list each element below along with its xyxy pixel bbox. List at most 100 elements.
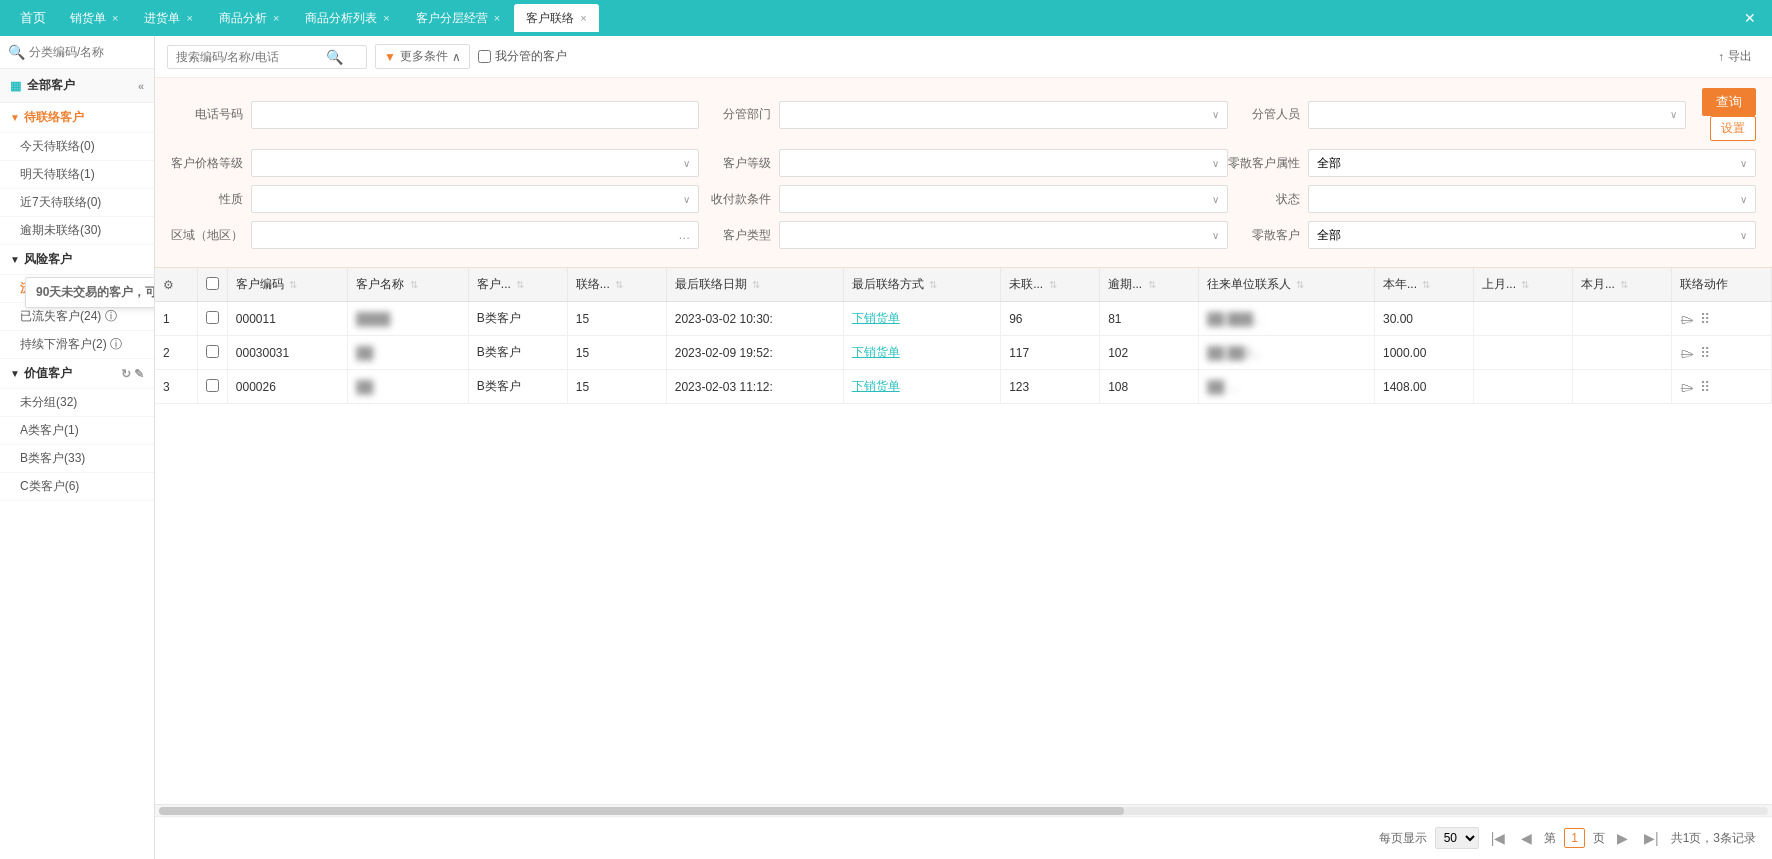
row1-method-link[interactable]: 下销货单 <box>852 311 900 325</box>
scrollbar-thumb[interactable] <box>159 807 1124 815</box>
horizontal-scrollbar[interactable] <box>155 804 1772 816</box>
settings-icon[interactable]: ⚙ <box>163 278 174 292</box>
sort-icon4: ⇅ <box>615 279 623 290</box>
filter-select-retail[interactable]: 全部 ∨ <box>1308 221 1756 249</box>
col-no-contact: 未联... ⇅ <box>1001 268 1100 302</box>
filter-label-level: 客户等级 <box>699 155 779 172</box>
sidebar-item-today-pending[interactable]: 今天待联络(0) <box>0 133 154 161</box>
row3-name-blurred: ██ <box>356 380 373 394</box>
next-page-button[interactable]: ▶ <box>1613 828 1632 848</box>
sidebar-all-customers[interactable]: ▦ 全部客户 « <box>0 69 154 103</box>
tab-sales-close[interactable]: × <box>112 12 118 24</box>
my-customers-checkbox[interactable] <box>478 50 491 63</box>
chevron-up-icon: ∧ <box>452 50 461 64</box>
row3-method-link[interactable]: 下销货单 <box>852 379 900 393</box>
tab-product-list-close[interactable]: × <box>383 12 389 24</box>
row3-action-icon1[interactable]: ⌲ <box>1680 379 1694 395</box>
filter-field-dept: 分管部门 ∨ <box>699 101 1227 129</box>
sidebar-item-week-pending[interactable]: 近7天待联络(0) <box>0 189 154 217</box>
more-filter-button[interactable]: ▼ 更多条件 ∧ <box>375 44 470 69</box>
first-page-button[interactable]: |◀ <box>1487 828 1510 848</box>
row2-action-icon1[interactable]: ⌲ <box>1680 345 1694 361</box>
my-customers-wrap[interactable]: 我分管的客户 <box>478 48 567 65</box>
row2-this-month <box>1572 336 1671 370</box>
tab-product-analysis-close[interactable]: × <box>273 12 279 24</box>
tab-sales-label: 销货单 <box>70 10 106 27</box>
sidebar-group-value[interactable]: ▼ 价值客户 ↻ ✎ <box>0 359 154 389</box>
current-page-number[interactable]: 1 <box>1564 828 1585 848</box>
sidebar-collapse-icon[interactable]: « <box>138 80 144 92</box>
col-settings[interactable]: ⚙ <box>155 268 197 302</box>
filter-label-phone: 电话号码 <box>171 106 251 123</box>
row3-checkbox[interactable] <box>197 370 227 404</box>
sort-icon5: ⇅ <box>752 279 760 290</box>
filter-select-retail-attr[interactable]: 全部 ∨ <box>1308 149 1756 177</box>
table-area: ⚙ 客户编码 ⇅ 客户名称 ⇅ 客户... ⇅ 联络... ⇅ 最后联络日期 ⇅… <box>155 268 1772 804</box>
row2-select-checkbox[interactable] <box>206 345 219 358</box>
per-page-select[interactable]: 50 <box>1435 827 1479 849</box>
row3-last-method[interactable]: 下销货单 <box>843 370 1000 404</box>
select-all-checkbox[interactable] <box>206 277 219 290</box>
row3-select-checkbox[interactable] <box>206 379 219 392</box>
row2-last-method[interactable]: 下销货单 <box>843 336 1000 370</box>
search-submit-icon[interactable]: 🔍 <box>326 49 343 65</box>
sidebar-item-ungrouped[interactable]: 未分组(32) <box>0 389 154 417</box>
col-this-month: 本月... ⇅ <box>1572 268 1671 302</box>
row1-action-icon2[interactable]: ⠿ <box>1700 311 1710 327</box>
sidebar-group-pending[interactable]: ▼ 待联络客户 <box>0 103 154 133</box>
col-checkbox[interactable] <box>197 268 227 302</box>
sidebar-item-declining[interactable]: 持续下滑客户(2) ⓘ <box>0 331 154 359</box>
tab-purchase-close[interactable]: × <box>186 12 192 24</box>
filter-select-level[interactable]: ∨ <box>779 149 1227 177</box>
filter-select-person[interactable]: ∨ <box>1308 101 1686 129</box>
filter-select-price-level[interactable]: ∨ <box>251 149 699 177</box>
sidebar-item-class-b[interactable]: B类客户(33) <box>0 445 154 473</box>
tab-customer-tier-close[interactable]: × <box>494 12 500 24</box>
row1-last-date: 2023-03-02 10:30: <box>666 302 843 336</box>
filter-select-status[interactable]: ∨ <box>1308 185 1756 213</box>
settings-button[interactable]: 设置 <box>1710 116 1756 141</box>
sidebar-item-overdue[interactable]: 逾期未联络(30) <box>0 217 154 245</box>
row2-checkbox[interactable] <box>197 336 227 370</box>
filter-select-region[interactable]: … <box>251 221 699 249</box>
export-button[interactable]: ↑ 导出 <box>1710 45 1760 68</box>
tab-customer-contact-close[interactable]: × <box>580 12 586 24</box>
tab-sales[interactable]: 销货单 × <box>58 4 130 32</box>
filter-select-nature[interactable]: ∨ <box>251 185 699 213</box>
tab-product-list[interactable]: 商品分析列表 × <box>293 4 401 32</box>
sidebar-group-risk[interactable]: ▼ 风险客户 90天未交易的客户，可能有流失风险。 <box>0 245 154 275</box>
row1-last-method[interactable]: 下销货单 <box>843 302 1000 336</box>
filter-input-phone[interactable] <box>251 101 699 129</box>
tab-customer-contact[interactable]: 客户联络 × <box>514 4 598 32</box>
row1-action-icon1[interactable]: ⌲ <box>1680 311 1694 327</box>
filter-dots-icon[interactable]: … <box>678 228 690 242</box>
query-button[interactable]: 查询 <box>1702 88 1756 116</box>
filter-select-dept[interactable]: ∨ <box>779 101 1227 129</box>
sidebar-item-class-c[interactable]: C类客户(6) <box>0 473 154 501</box>
close-all-tabs-button[interactable]: ✕ <box>1736 6 1764 30</box>
row2-action-icon2[interactable]: ⠿ <box>1700 345 1710 361</box>
prev-page-button[interactable]: ◀ <box>1517 828 1536 848</box>
filter-select-payment[interactable]: ∨ <box>779 185 1227 213</box>
sidebar-search-input[interactable] <box>29 45 146 59</box>
row1-checkbox[interactable] <box>197 302 227 336</box>
tab-purchase[interactable]: 进货单 × <box>132 4 204 32</box>
row3-contact-num: 15 <box>567 370 666 404</box>
filter-label-retail-attr: 零散客户属性 <box>1228 155 1308 172</box>
tab-home[interactable]: 首页 <box>8 9 58 27</box>
row2-index: 2 <box>155 336 197 370</box>
filter-select-type[interactable]: ∨ <box>779 221 1227 249</box>
col-action: 联络动作 <box>1671 268 1771 302</box>
sidebar-item-tomorrow-pending[interactable]: 明天待联络(1) <box>0 161 154 189</box>
sidebar-item-class-a[interactable]: A类客户(1) <box>0 417 154 445</box>
search-input[interactable] <box>176 50 326 64</box>
row3-action-icon2[interactable]: ⠿ <box>1700 379 1710 395</box>
row2-type: B类客户 <box>468 336 567 370</box>
row2-name: ██ <box>348 336 469 370</box>
last-page-button[interactable]: ▶| <box>1640 828 1663 848</box>
row1-select-checkbox[interactable] <box>206 311 219 324</box>
col-this-year: 本年... ⇅ <box>1375 268 1474 302</box>
tab-customer-tier[interactable]: 客户分层经营 × <box>404 4 512 32</box>
row2-method-link[interactable]: 下销货单 <box>852 345 900 359</box>
tab-product-analysis[interactable]: 商品分析 × <box>207 4 291 32</box>
